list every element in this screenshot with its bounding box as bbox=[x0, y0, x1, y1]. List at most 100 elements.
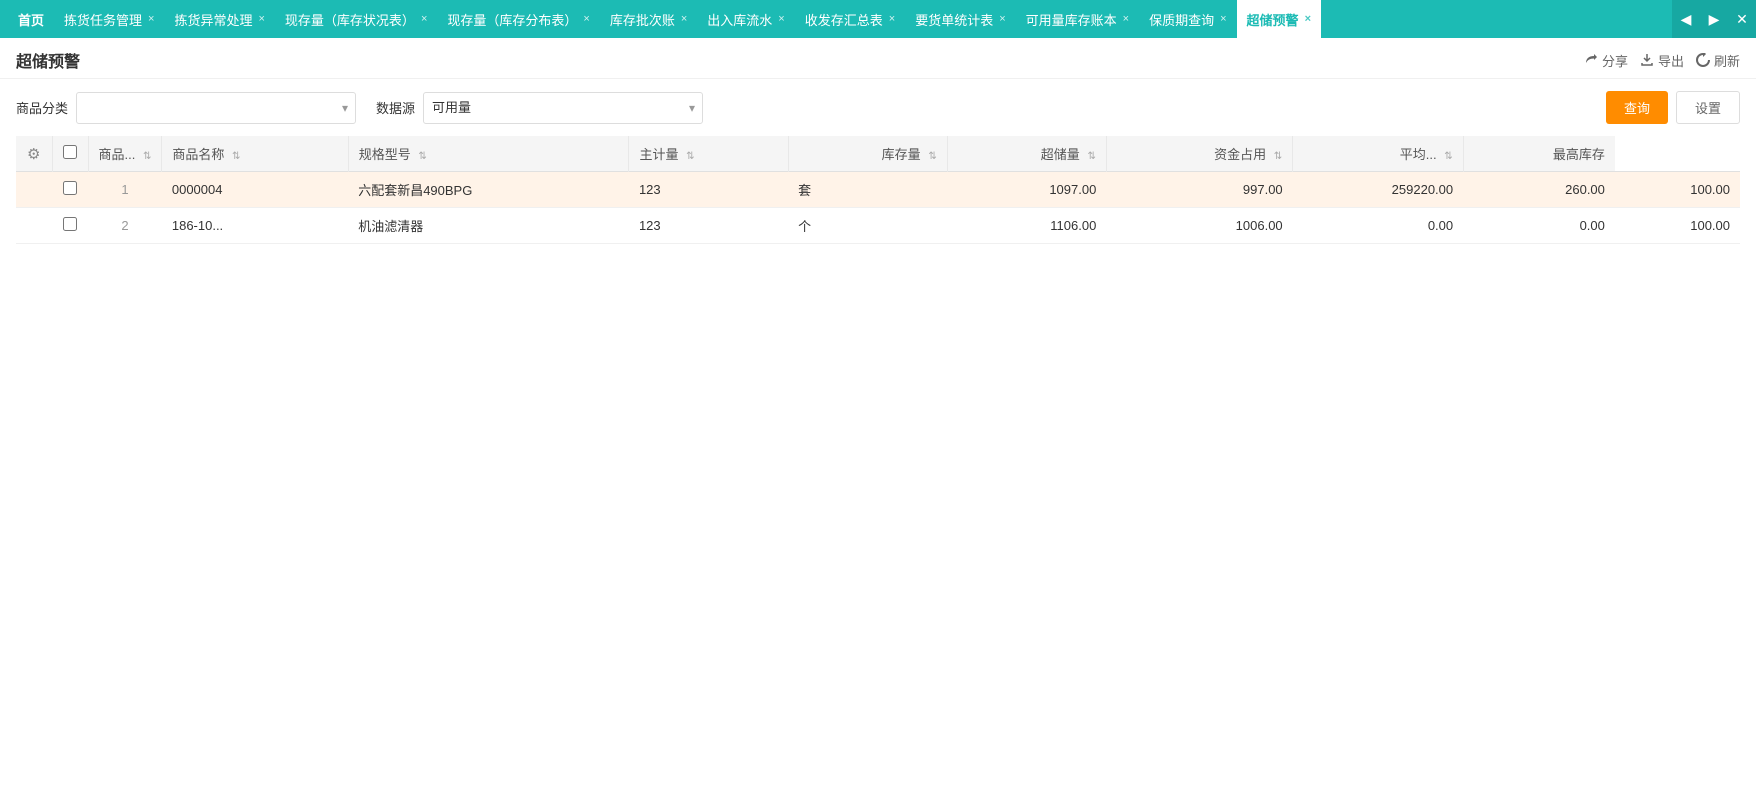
cell-product-code: 186-10... bbox=[162, 208, 348, 244]
table-row: 2 186-10... 机油滤清器 123 个 1106.00 1006.00 … bbox=[16, 208, 1740, 244]
nav-item-overstock-warning[interactable]: 超储预警 × bbox=[1237, 0, 1321, 38]
data-source-select[interactable]: 可用量 库存量 bbox=[423, 92, 703, 124]
cell-max-stock: 100.00 bbox=[1615, 172, 1740, 208]
page-title: 超储预警 bbox=[16, 48, 80, 72]
nav-item-order-stats[interactable]: 要货单统计表 × bbox=[905, 0, 1015, 38]
product-category-filter: 商品分类 ▾ bbox=[16, 92, 356, 124]
row-gear bbox=[16, 208, 52, 244]
nav-item-pick-task[interactable]: 拣货任务管理 × bbox=[54, 0, 164, 38]
row-check[interactable] bbox=[52, 172, 88, 208]
row-number: 1 bbox=[88, 172, 162, 208]
filter-bar: 商品分类 ▾ 数据源 可用量 库存量 ▾ 查询 设置 bbox=[0, 79, 1756, 136]
close-icon[interactable]: × bbox=[258, 13, 264, 25]
row-number: 2 bbox=[88, 208, 162, 244]
column-product-name[interactable]: 商品名称 ⇅ bbox=[162, 136, 348, 172]
refresh-icon bbox=[1696, 53, 1710, 67]
row-gear bbox=[16, 172, 52, 208]
column-capital[interactable]: 资金占用 ⇅ bbox=[1106, 136, 1292, 172]
filter-actions: 查询 设置 bbox=[1606, 91, 1740, 124]
column-stock[interactable]: 库存量 ⇅ bbox=[788, 136, 947, 172]
product-category-select-wrapper: ▾ bbox=[76, 92, 356, 124]
nav-item-pick-exception[interactable]: 拣货异常处理 × bbox=[164, 0, 274, 38]
cell-spec: 123 bbox=[629, 172, 788, 208]
product-category-select[interactable] bbox=[76, 92, 356, 124]
cell-capital: 0.00 bbox=[1293, 208, 1463, 244]
cell-product-name: 机油滤清器 bbox=[348, 208, 629, 244]
close-icon[interactable]: × bbox=[583, 13, 589, 25]
column-settings[interactable]: ⚙ bbox=[16, 136, 52, 172]
column-product-code[interactable]: 商品... ⇅ bbox=[88, 136, 162, 172]
nav-item-stock-status[interactable]: 现存量（库存状况表） × bbox=[275, 0, 437, 38]
sort-icon: ⇅ bbox=[418, 151, 426, 162]
header-actions: 分享 导出 刷新 bbox=[1584, 51, 1740, 70]
product-category-label: 商品分类 bbox=[16, 98, 68, 117]
cell-stock: 1097.00 bbox=[947, 172, 1106, 208]
cell-overstock: 997.00 bbox=[1106, 172, 1292, 208]
nav-item-stock-dist[interactable]: 现存量（库存分布表） × bbox=[437, 0, 599, 38]
column-spec[interactable]: 规格型号 ⇅ bbox=[348, 136, 629, 172]
table-container: ⚙ 商品... ⇅ 商品名称 ⇅ 规格型号 ⇅ 主计量 bbox=[0, 136, 1756, 244]
column-overstock[interactable]: 超储量 ⇅ bbox=[947, 136, 1106, 172]
cell-product-name: 六配套新昌490BPG bbox=[348, 172, 629, 208]
row-checkbox[interactable] bbox=[63, 181, 77, 195]
share-icon bbox=[1584, 53, 1598, 67]
data-source-filter: 数据源 可用量 库存量 ▾ bbox=[376, 92, 703, 124]
close-icon[interactable]: × bbox=[421, 13, 427, 25]
cell-avg: 0.00 bbox=[1463, 208, 1615, 244]
close-icon[interactable]: × bbox=[778, 13, 784, 25]
nav-item-expiry[interactable]: 保质期查询 × bbox=[1139, 0, 1236, 38]
cell-capital: 259220.00 bbox=[1293, 172, 1463, 208]
cell-unit: 套 bbox=[788, 172, 947, 208]
close-icon[interactable]: × bbox=[681, 13, 687, 25]
cell-spec: 123 bbox=[629, 208, 788, 244]
column-check bbox=[52, 136, 88, 172]
top-navigation: 首页 拣货任务管理 × 拣货异常处理 × 现存量（库存状况表） × 现存量（库存… bbox=[0, 0, 1756, 38]
table-header-row: ⚙ 商品... ⇅ 商品名称 ⇅ 规格型号 ⇅ 主计量 bbox=[16, 136, 1740, 172]
close-icon[interactable]: × bbox=[889, 13, 895, 25]
cell-stock: 1106.00 bbox=[947, 208, 1106, 244]
nav-arrows: ◀ ▶ ✕ bbox=[1672, 0, 1756, 38]
cell-product-code: 0000004 bbox=[162, 172, 348, 208]
nav-item-home[interactable]: 首页 bbox=[8, 0, 54, 38]
nav-item-flow[interactable]: 出入库流水 × bbox=[697, 0, 794, 38]
sort-icon: ⇅ bbox=[1274, 151, 1282, 162]
column-max-stock[interactable]: 最高库存 bbox=[1463, 136, 1615, 172]
gear-icon[interactable]: ⚙ bbox=[27, 146, 40, 163]
column-unit[interactable]: 主计量 ⇅ bbox=[629, 136, 788, 172]
table-row: 1 0000004 六配套新昌490BPG 123 套 1097.00 997.… bbox=[16, 172, 1740, 208]
cell-max-stock: 100.00 bbox=[1615, 208, 1740, 244]
export-icon bbox=[1640, 53, 1654, 67]
sort-icon: ⇅ bbox=[143, 151, 151, 162]
cell-avg: 260.00 bbox=[1463, 172, 1615, 208]
close-icon[interactable]: × bbox=[1305, 13, 1311, 25]
data-source-label: 数据源 bbox=[376, 98, 415, 117]
settings-button[interactable]: 设置 bbox=[1676, 91, 1740, 124]
nav-item-summary[interactable]: 收发存汇总表 × bbox=[795, 0, 905, 38]
nav-prev-button[interactable]: ◀ bbox=[1672, 0, 1700, 38]
sort-icon: ⇅ bbox=[928, 151, 936, 162]
sort-icon: ⇅ bbox=[1444, 151, 1452, 162]
nav-item-available-ledger[interactable]: 可用量库存账本 × bbox=[1016, 0, 1139, 38]
close-icon[interactable]: × bbox=[148, 13, 154, 25]
close-icon[interactable]: × bbox=[1123, 13, 1129, 25]
select-all-checkbox[interactable] bbox=[63, 145, 77, 159]
row-checkbox[interactable] bbox=[63, 217, 77, 231]
table-body: 1 0000004 六配套新昌490BPG 123 套 1097.00 997.… bbox=[16, 172, 1740, 244]
export-button[interactable]: 导出 bbox=[1640, 51, 1684, 70]
column-avg[interactable]: 平均... ⇅ bbox=[1293, 136, 1463, 172]
sort-icon: ⇅ bbox=[686, 151, 694, 162]
cell-unit: 个 bbox=[788, 208, 947, 244]
row-check[interactable] bbox=[52, 208, 88, 244]
nav-next-button[interactable]: ▶ bbox=[1700, 0, 1728, 38]
nav-item-batch-ledger[interactable]: 库存批次账 × bbox=[600, 0, 697, 38]
query-button[interactable]: 查询 bbox=[1606, 91, 1668, 124]
cell-overstock: 1006.00 bbox=[1106, 208, 1292, 244]
overstock-table: ⚙ 商品... ⇅ 商品名称 ⇅ 规格型号 ⇅ 主计量 bbox=[16, 136, 1740, 244]
close-icon[interactable]: × bbox=[1220, 13, 1226, 25]
close-icon[interactable]: × bbox=[999, 13, 1005, 25]
share-button[interactable]: 分享 bbox=[1584, 51, 1628, 70]
nav-close-button[interactable]: ✕ bbox=[1728, 0, 1756, 38]
refresh-button[interactable]: 刷新 bbox=[1696, 51, 1740, 70]
sort-icon: ⇅ bbox=[232, 151, 240, 162]
sort-icon: ⇅ bbox=[1087, 151, 1095, 162]
